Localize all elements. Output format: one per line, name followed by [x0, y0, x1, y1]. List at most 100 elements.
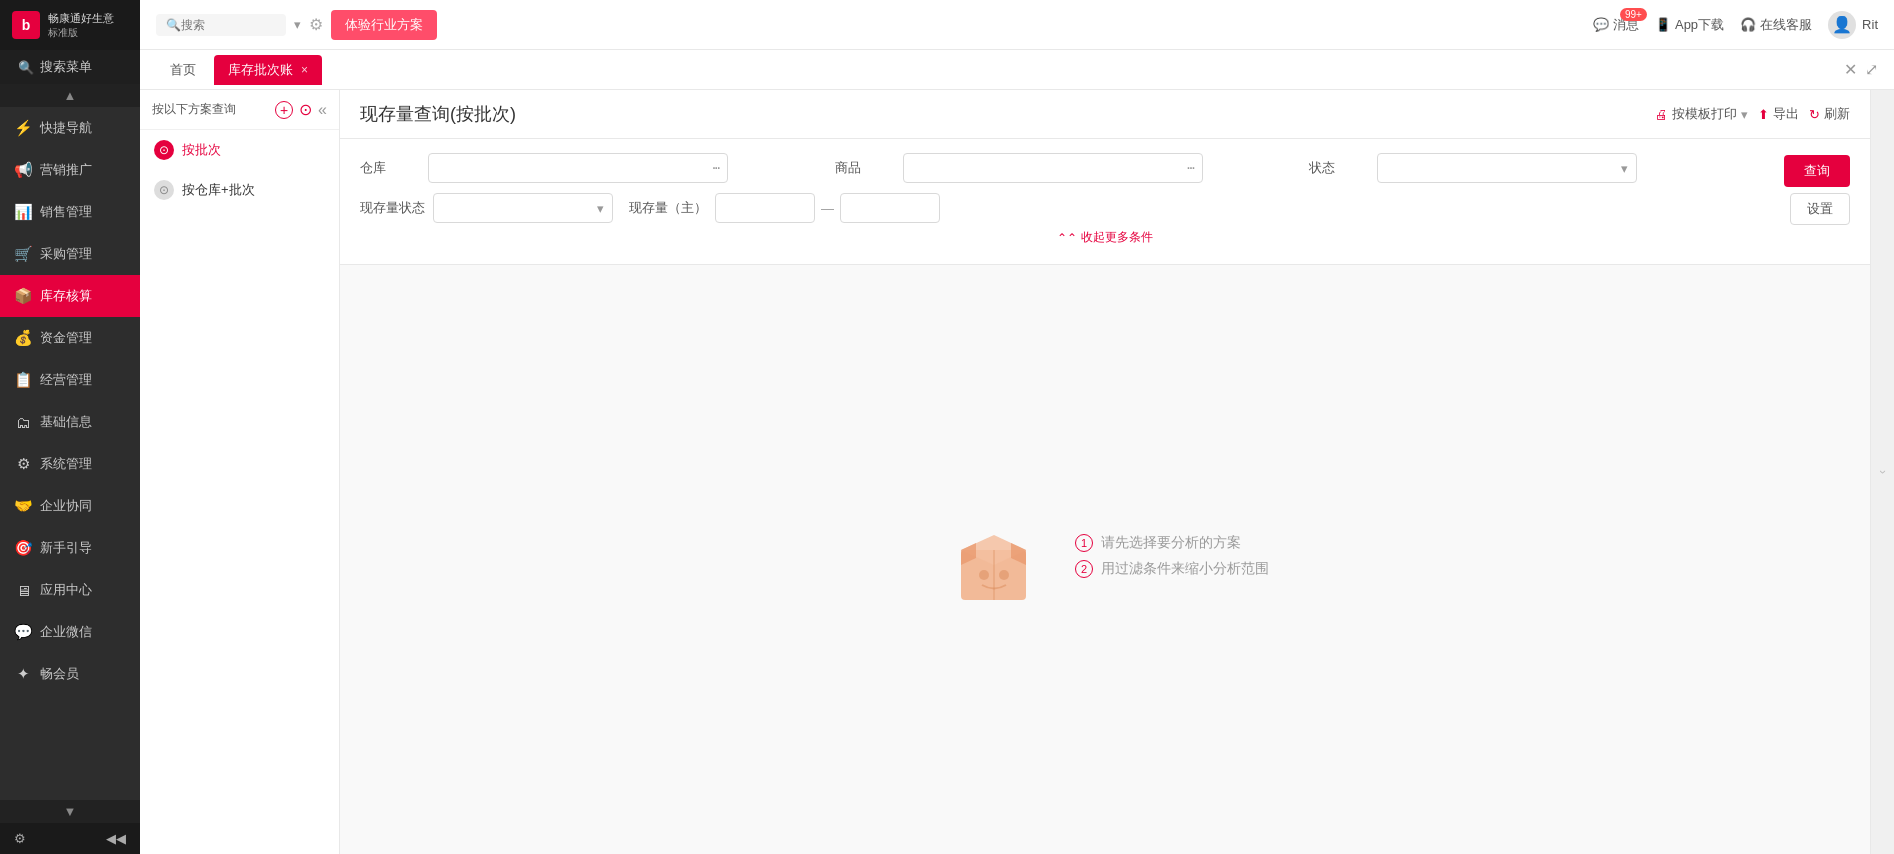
collapse-more-conditions[interactable]: ⌃⌃ 收起更多条件 — [360, 225, 1850, 250]
dropdown-chevron-icon[interactable]: ▾ — [294, 17, 301, 32]
wechat-icon: 💬 — [14, 623, 32, 641]
sidebar-item-sales[interactable]: 📊 销售管理 — [0, 191, 140, 233]
sidebar-scroll-up[interactable]: ▲ — [0, 84, 140, 107]
print-dropdown-icon[interactable]: ▾ — [1741, 107, 1748, 122]
sidebar-item-purchase[interactable]: 🛒 采购管理 — [0, 233, 140, 275]
collapse-left-panel-icon[interactable]: « — [318, 101, 327, 119]
sidebar-item-finance[interactable]: 💰 资金管理 — [0, 317, 140, 359]
tabs-bar: 首页 库存批次账 × ✕ ⤢ — [140, 50, 1894, 90]
online-service-button[interactable]: 🎧 在线客服 — [1740, 16, 1812, 34]
sidebar-item-operations[interactable]: 📋 经营管理 — [0, 359, 140, 401]
scheme-item-warehouse-batch[interactable]: ⊙ 按仓库+批次 — [140, 170, 339, 210]
filter-row-2: 现存量状态 ▾ 现存量（主） — [360, 193, 1768, 223]
toggle-sidebar-icon[interactable]: ◀◀ — [106, 831, 126, 846]
expand-icon[interactable]: ⤢ — [1865, 60, 1878, 79]
left-panel: 按以下方案查询 + ⊙ « ⊙ 按批次 ⊙ 按仓库+批次 — [140, 90, 340, 854]
refresh-icon: ↻ — [1809, 107, 1820, 122]
tab-inventory-batch[interactable]: 库存批次账 × — [214, 55, 322, 85]
sidebar-nav: ⚡ 快捷导航 📢 营销推广 📊 销售管理 🛒 采购管理 📦 库存核算 💰 — [0, 107, 140, 800]
experience-industry-button[interactable]: 体验行业方案 — [331, 10, 437, 40]
topbar: 🔍 ▾ ⚙ 体验行业方案 💬 消息 99+ 📱 App下载 🎧 在线客服 — [140, 0, 1894, 50]
topbar-right: 💬 消息 99+ 📱 App下载 🎧 在线客服 👤 Rit — [1593, 11, 1878, 39]
right-panel: 现存量查询(按批次) 🖨 按模板打印 ▾ ⬆ 导出 ↻ 刷新 — [340, 90, 1870, 854]
enterprise-icon: 🤝 — [14, 497, 32, 515]
scheme-warehouse-batch-icon: ⊙ — [154, 180, 174, 200]
app-logo-icon: b — [12, 11, 40, 39]
app-download-icon: 📱 — [1655, 17, 1671, 32]
quick-nav-icon: ⚡ — [14, 119, 32, 137]
search-menu-item[interactable]: 🔍 搜索菜单 — [0, 50, 140, 84]
chevron-up-icon: ⌃⌃ — [1057, 231, 1077, 245]
product-input[interactable]: ··· — [903, 153, 1203, 183]
warehouse-input[interactable]: ··· — [428, 153, 728, 183]
svg-point-5 — [979, 570, 989, 580]
sidebar-logo: b 畅康通好生意 标准版 — [0, 0, 140, 50]
search-icon: 🔍 — [18, 60, 34, 75]
inventory-status-select[interactable]: ▾ — [433, 193, 613, 223]
panel-close-handle[interactable]: › — [1870, 90, 1894, 854]
sidebar-item-guide[interactable]: 🎯 新手引导 — [0, 527, 140, 569]
sidebar-bottom: ⚙ ◀◀ — [0, 823, 140, 854]
print-button[interactable]: 🖨 按模板打印 ▾ — [1655, 105, 1748, 123]
user-info[interactable]: 👤 Rit — [1828, 11, 1878, 39]
query-button[interactable]: 查询 — [1784, 155, 1850, 187]
empty-hint-2: 2 用过滤条件来缩小分析范围 — [1075, 560, 1269, 578]
inventory-status-filter: 现存量状态 ▾ — [360, 193, 613, 223]
settings-icon[interactable]: ⚙ — [14, 831, 26, 846]
tab-actions: ✕ ⤢ — [1844, 60, 1878, 79]
topbar-left: 🔍 ▾ ⚙ 体验行业方案 — [156, 10, 437, 40]
page-title: 现存量查询(按批次) — [360, 102, 516, 126]
settings-scheme-icon[interactable]: ⊙ — [299, 100, 312, 119]
inventory-amount-from[interactable] — [715, 193, 815, 223]
sidebar: b 畅康通好生意 标准版 🔍 搜索菜单 ▲ ⚡ 快捷导航 📢 营销推广 📊 销售… — [0, 0, 140, 854]
empty-illustration — [941, 505, 1051, 615]
page-header-actions: 🖨 按模板打印 ▾ ⬆ 导出 ↻ 刷新 — [1655, 105, 1850, 123]
tab-home[interactable]: 首页 — [156, 55, 210, 85]
sidebar-scroll-down[interactable]: ▼ — [0, 800, 140, 823]
main-area: 🔍 ▾ ⚙ 体验行业方案 💬 消息 99+ 📱 App下载 🎧 在线客服 — [140, 0, 1894, 854]
topbar-search-box[interactable]: 🔍 — [156, 14, 286, 36]
app-name: 畅康通好生意 标准版 — [48, 11, 114, 40]
sidebar-item-system[interactable]: ⚙ 系统管理 — [0, 443, 140, 485]
sidebar-item-wechat[interactable]: 💬 企业微信 — [0, 611, 140, 653]
gear-settings-icon[interactable]: ⚙ — [309, 15, 323, 34]
export-button[interactable]: ⬆ 导出 — [1758, 105, 1799, 123]
app-center-icon: 🖥 — [14, 581, 32, 599]
close-panel-icon[interactable]: ✕ — [1844, 60, 1857, 79]
messages-button[interactable]: 💬 消息 99+ — [1593, 16, 1639, 34]
basic-info-icon: 🗂 — [14, 413, 32, 431]
sidebar-item-app-center[interactable]: 🖥 应用中心 — [0, 569, 140, 611]
empty-state: 1 请先选择要分析的方案 2 用过滤条件来缩小分析范围 — [340, 265, 1870, 854]
settings-button[interactable]: 设置 — [1790, 193, 1850, 225]
scheme-item-batch[interactable]: ⊙ 按批次 — [140, 130, 339, 170]
svg-point-6 — [999, 570, 1009, 580]
left-panel-header: 按以下方案查询 + ⊙ « — [140, 90, 339, 130]
sidebar-item-marketing[interactable]: 📢 营销推广 — [0, 149, 140, 191]
left-panel-actions: + ⊙ « — [275, 100, 327, 119]
scheme-batch-icon: ⊙ — [154, 140, 174, 160]
sidebar-item-basic-info[interactable]: 🗂 基础信息 — [0, 401, 140, 443]
sidebar-item-member[interactable]: ✦ 畅会员 — [0, 653, 140, 695]
status-select[interactable]: ▾ — [1377, 153, 1637, 183]
operations-icon: 📋 — [14, 371, 32, 389]
product-filter: 商品 ··· — [835, 153, 1294, 183]
sidebar-item-quick-nav[interactable]: ⚡ 快捷导航 — [0, 107, 140, 149]
sidebar-item-inventory[interactable]: 📦 库存核算 — [0, 275, 140, 317]
content-area: 按以下方案查询 + ⊙ « ⊙ 按批次 ⊙ 按仓库+批次 — [140, 90, 1894, 854]
left-panel-items: ⊙ 按批次 ⊙ 按仓库+批次 — [140, 130, 339, 854]
member-icon: ✦ — [14, 665, 32, 683]
finance-icon: 💰 — [14, 329, 32, 347]
warehouse-filter: 仓库 ··· — [360, 153, 819, 183]
refresh-button[interactable]: ↻ 刷新 — [1809, 105, 1850, 123]
system-icon: ⚙ — [14, 455, 32, 473]
inventory-amount-to[interactable] — [840, 193, 940, 223]
sales-icon: 📊 — [14, 203, 32, 221]
empty-content: 1 请先选择要分析的方案 2 用过滤条件来缩小分析范围 — [941, 505, 1269, 615]
app-download-button[interactable]: 📱 App下载 — [1655, 16, 1724, 34]
sidebar-item-enterprise[interactable]: 🤝 企业协同 — [0, 485, 140, 527]
topbar-search-input[interactable] — [181, 18, 271, 32]
add-scheme-icon[interactable]: + — [275, 101, 293, 119]
inventory-amount-filter: 现存量（主） — — [629, 193, 940, 223]
tab-close-icon[interactable]: × — [301, 63, 308, 77]
status-dropdown-icon: ▾ — [1621, 161, 1628, 176]
